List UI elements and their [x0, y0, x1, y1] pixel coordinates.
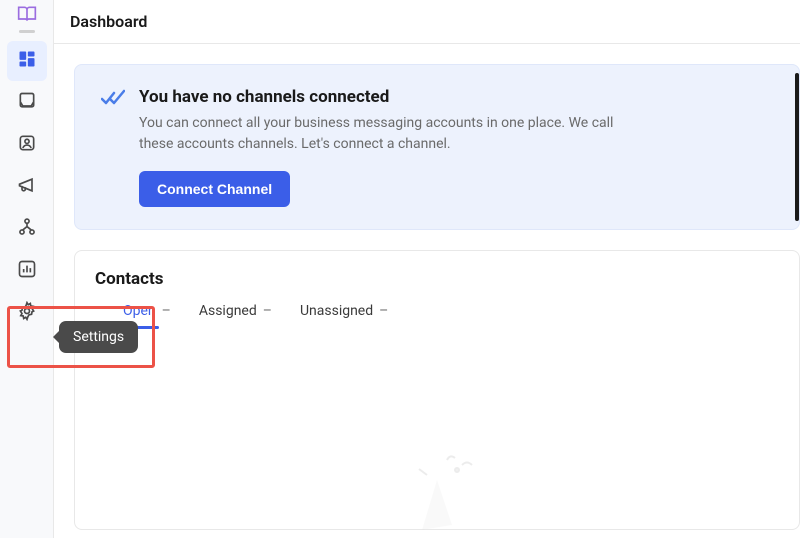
banner-description: You can connect all your business messag… [139, 113, 649, 155]
org-icon [17, 217, 37, 241]
banner-body: You have no channels connected You can c… [139, 87, 773, 207]
banner-title: You have no channels connected [139, 87, 773, 107]
double-check-icon [101, 89, 125, 207]
tab-label: Unassigned [300, 303, 373, 319]
header: Dashboard [54, 0, 800, 44]
tab-label: Assigned [199, 303, 257, 319]
contacts-card: Contacts Open – Assigned – Unassigned – [74, 250, 800, 530]
contacts-tabs: Open – Assigned – Unassigned – [95, 303, 779, 327]
tab-open[interactable]: Open – [95, 303, 171, 327]
tab-label: Open [123, 303, 156, 319]
logo [0, 4, 54, 33]
sidebar [0, 0, 54, 538]
tab-assigned[interactable]: Assigned – [199, 303, 272, 327]
tab-count: – [162, 303, 171, 319]
logo-underline [19, 30, 35, 33]
sidebar-item-contacts[interactable] [7, 125, 47, 165]
tab-count: – [379, 303, 388, 319]
page-title: Dashboard [70, 12, 147, 31]
banner-scroll-edge [795, 73, 799, 221]
connect-channel-button[interactable]: Connect Channel [139, 171, 290, 207]
tab-count: – [263, 303, 272, 319]
sidebar-item-reports[interactable] [7, 251, 47, 291]
gear-icon [17, 301, 37, 325]
onboarding-banner: You have no channels connected You can c… [74, 64, 800, 230]
inbox-icon [17, 91, 37, 115]
book-icon [17, 4, 37, 28]
megaphone-icon [17, 175, 37, 199]
grid-icon [17, 49, 37, 73]
empty-state-illustration [377, 445, 497, 549]
person-icon [17, 133, 37, 157]
contacts-title: Contacts [95, 269, 779, 289]
sidebar-item-dashboard[interactable] [7, 41, 47, 81]
sidebar-item-inbox[interactable] [7, 83, 47, 123]
sidebar-item-org[interactable] [7, 209, 47, 249]
sidebar-item-settings[interactable] [7, 293, 47, 333]
main: Dashboard You have no channels connected… [54, 0, 800, 538]
sidebar-item-campaigns[interactable] [7, 167, 47, 207]
chart-icon [17, 259, 37, 283]
tab-active-underline [95, 326, 159, 329]
content: You have no channels connected You can c… [54, 44, 800, 538]
tab-unassigned[interactable]: Unassigned – [300, 303, 388, 327]
